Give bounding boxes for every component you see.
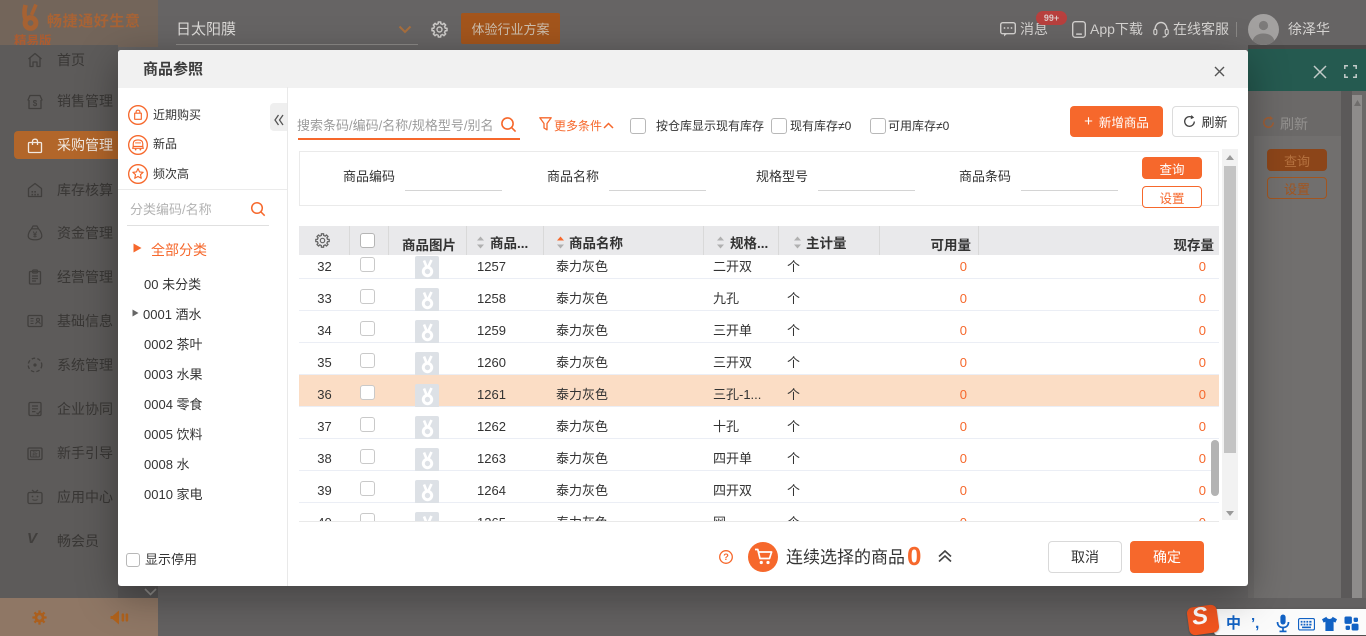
svg-text:新: 新 <box>32 450 38 458</box>
svg-text:?: ? <box>723 552 729 562</box>
svg-text:¥: ¥ <box>33 230 38 239</box>
svg-text:$: $ <box>33 99 38 108</box>
